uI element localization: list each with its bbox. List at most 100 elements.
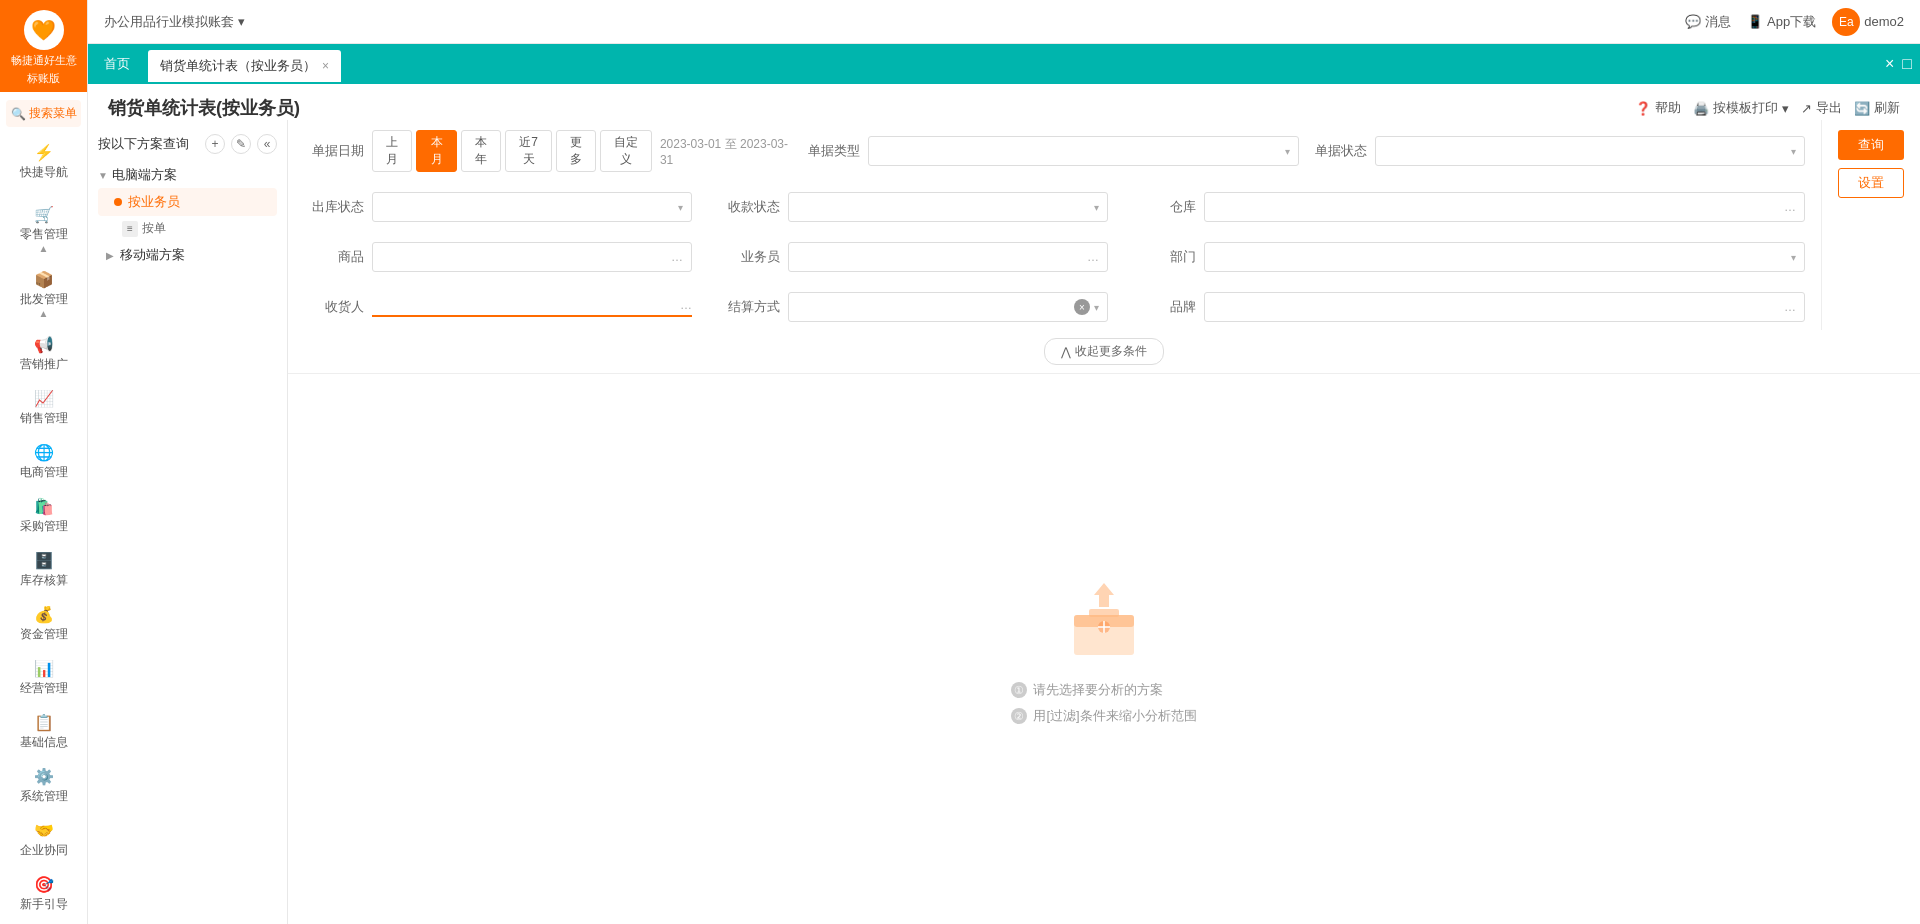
sidebar-item-quicknav[interactable]: ⚡ 快捷导航 — [0, 135, 87, 189]
scheme-add-button[interactable]: + — [205, 134, 225, 154]
product-filter-label: 商品 — [304, 248, 364, 266]
tab-active[interactable]: 销货单统计表（按业务员） × — [148, 50, 341, 82]
header-right: 💬 消息 📱 App下载 Ea demo2 — [1685, 8, 1904, 36]
export-button[interactable]: ↗ 导出 — [1801, 99, 1842, 117]
sidebar-item-sales[interactable]: 📈 销售管理 — [0, 381, 87, 435]
scheme-sub-item-label: 按单 — [142, 220, 166, 237]
user-name: demo2 — [1864, 14, 1904, 29]
date-last-month-btn[interactable]: 上月 — [372, 130, 412, 172]
product-filter[interactable]: … — [372, 242, 692, 272]
status-filter-select[interactable]: ▾ — [1375, 136, 1806, 166]
tab-close-button[interactable]: × — [322, 59, 329, 73]
payment-clear-button[interactable]: × — [1074, 299, 1090, 315]
product-dots: … — [671, 250, 683, 264]
scheme-group-desktop-header[interactable]: ▼ 电脑端方案 — [98, 162, 277, 188]
salesperson-filter[interactable]: … — [788, 242, 1108, 272]
corp-label: 企业协同 — [20, 842, 68, 859]
main-content: 办公用品行业模拟账套 ▾ 💬 消息 📱 App下载 Ea demo2 首页 — [88, 0, 1920, 924]
finance-icon: 💰 — [34, 605, 54, 624]
brand-filter[interactable]: … — [1204, 292, 1805, 322]
sidebar-item-ecommerce[interactable]: 🌐 电商管理 — [0, 435, 87, 489]
export-label: 导出 — [1816, 99, 1842, 117]
scheme-item-salesperson[interactable]: 按业务员 — [98, 188, 277, 216]
payment-filter[interactable]: × ▾ — [788, 292, 1108, 322]
tip1-num: ① — [1011, 682, 1027, 698]
date-last7-btn[interactable]: 近7天 — [505, 130, 552, 172]
user-avatar: Ea — [1832, 8, 1860, 36]
sidebar-item-newbie[interactable]: 🎯 新手引导 — [0, 867, 87, 921]
scheme-collapse-button[interactable]: « — [257, 134, 277, 154]
app-selector[interactable]: 办公用品行业模拟账套 ▾ — [104, 13, 245, 31]
sidebar-item-retail[interactable]: 🛒 零售管理 ▲ — [0, 197, 87, 262]
logo-area: 🧡 畅捷通好生意 标账版 — [0, 0, 87, 92]
system-icon: ⚙️ — [34, 767, 54, 786]
collapse-filter-button[interactable]: ⋀ 收起更多条件 — [1044, 338, 1164, 365]
brand-filter-label: 品牌 — [1136, 298, 1196, 316]
app-selector-arrow: ▾ — [238, 14, 245, 29]
out-arrow: ▾ — [678, 202, 683, 213]
tab-close-all-button[interactable]: × — [1885, 55, 1894, 73]
filter-row-1: 单据日期 上月 本月 本年 近7天 更多 自定义 2023-03-01 至 20… — [288, 120, 1821, 178]
scheme-collapse-icon: « — [264, 137, 271, 151]
finance-label: 资金管理 — [20, 626, 68, 643]
receipt-filter-select[interactable]: ▾ — [788, 192, 1108, 222]
scheme-edit-button[interactable]: ✎ — [231, 134, 251, 154]
refresh-button[interactable]: 🔄 刷新 — [1854, 99, 1900, 117]
salesperson-dots: … — [1087, 250, 1099, 264]
dept-filter[interactable]: ▾ — [1204, 242, 1805, 272]
tip1-text: 请先选择要分析的方案 — [1033, 681, 1163, 699]
warehouse-filter[interactable]: … — [1204, 192, 1805, 222]
empty-tips: ① 请先选择要分析的方案 ② 用[过滤]条件来缩小分析范围 — [1011, 681, 1196, 733]
ecommerce-icon: 🌐 — [34, 443, 54, 462]
user-menu[interactable]: Ea demo2 — [1832, 8, 1904, 36]
empty-state: ① 请先选择要分析的方案 ② 用[过滤]条件来缩小分析范围 — [288, 374, 1920, 924]
receiver-filter[interactable]: … — [372, 298, 692, 317]
tab-bar-actions: × □ — [1885, 55, 1920, 73]
search-menu-button[interactable]: 🔍 搜索菜单 — [6, 100, 81, 127]
export-icon: ↗ — [1801, 101, 1812, 116]
wholesale-icon: 📦 — [34, 270, 54, 289]
sidebar-item-corp[interactable]: 🤝 企业协同 — [0, 813, 87, 867]
sidebar-item-basic[interactable]: 📋 基础信息 — [0, 705, 87, 759]
sales-label: 销售管理 — [20, 410, 68, 427]
quicknav-label: 快捷导航 — [20, 164, 68, 181]
sidebar-item-purchase[interactable]: 🛍️ 采购管理 — [0, 489, 87, 543]
date-filter-label: 单据日期 — [304, 142, 364, 160]
sidebar-item-operations[interactable]: 📊 经营管理 — [0, 651, 87, 705]
date-this-month-btn[interactable]: 本月 — [416, 130, 456, 172]
message-button[interactable]: 💬 消息 — [1685, 13, 1731, 31]
settings-button[interactable]: 设置 — [1838, 168, 1904, 198]
print-button[interactable]: 🖨️ 按模板打印 ▾ — [1693, 99, 1789, 117]
scheme-panel-title: 按以下方案查询 — [98, 135, 189, 153]
type-filter-select[interactable]: ▾ — [868, 136, 1299, 166]
app-download-label: App下载 — [1767, 13, 1816, 31]
filter-row-4: 收货人 … 结算方式 × ▾ — [288, 288, 1821, 330]
app-download-button[interactable]: 📱 App下载 — [1747, 13, 1816, 31]
sidebar-item-finance[interactable]: 💰 资金管理 — [0, 597, 87, 651]
purchase-label: 采购管理 — [20, 518, 68, 535]
query-button[interactable]: 查询 — [1838, 130, 1904, 160]
scheme-panel: 按以下方案查询 + ✎ « ▼ 电脑端方案 — [88, 120, 288, 924]
sidebar-item-wholesale[interactable]: 📦 批发管理 ▲ — [0, 262, 87, 327]
out-filter-select[interactable]: ▾ — [372, 192, 692, 222]
scheme-group-mobile[interactable]: ▶ 移动端方案 — [98, 241, 277, 269]
scheme-sub-item-order[interactable]: ≡ 按单 — [98, 216, 277, 241]
sidebar-item-system[interactable]: ⚙️ 系统管理 — [0, 759, 87, 813]
logo-sub: 标账版 — [27, 71, 60, 86]
help-button[interactable]: ❓ 帮助 — [1635, 99, 1681, 117]
status-filter-label: 单据状态 — [1307, 142, 1367, 160]
sidebar-item-inventory[interactable]: 🗄️ 库存核算 — [0, 543, 87, 597]
tab-home[interactable]: 首页 — [88, 44, 146, 84]
dept-arrow: ▾ — [1791, 252, 1796, 263]
receiver-dots: … — [680, 298, 692, 312]
date-this-year-btn[interactable]: 本年 — [461, 130, 501, 172]
date-custom-btn[interactable]: 自定义 — [600, 130, 652, 172]
newbie-label: 新手引导 — [20, 896, 68, 913]
receiver-input[interactable] — [372, 298, 680, 313]
tab-maximize-button[interactable]: □ — [1902, 55, 1912, 73]
empty-tip-2: ② 用[过滤]条件来缩小分析范围 — [1011, 707, 1196, 725]
date-more-btn[interactable]: 更多 — [556, 130, 596, 172]
marketing-icon: 📢 — [34, 335, 54, 354]
sidebar-item-marketing[interactable]: 📢 营销推广 — [0, 327, 87, 381]
sidebar: 🧡 畅捷通好生意 标账版 🔍 搜索菜单 ⚡ 快捷导航 🛒 零售管理 ▲ 📦 批发… — [0, 0, 88, 924]
